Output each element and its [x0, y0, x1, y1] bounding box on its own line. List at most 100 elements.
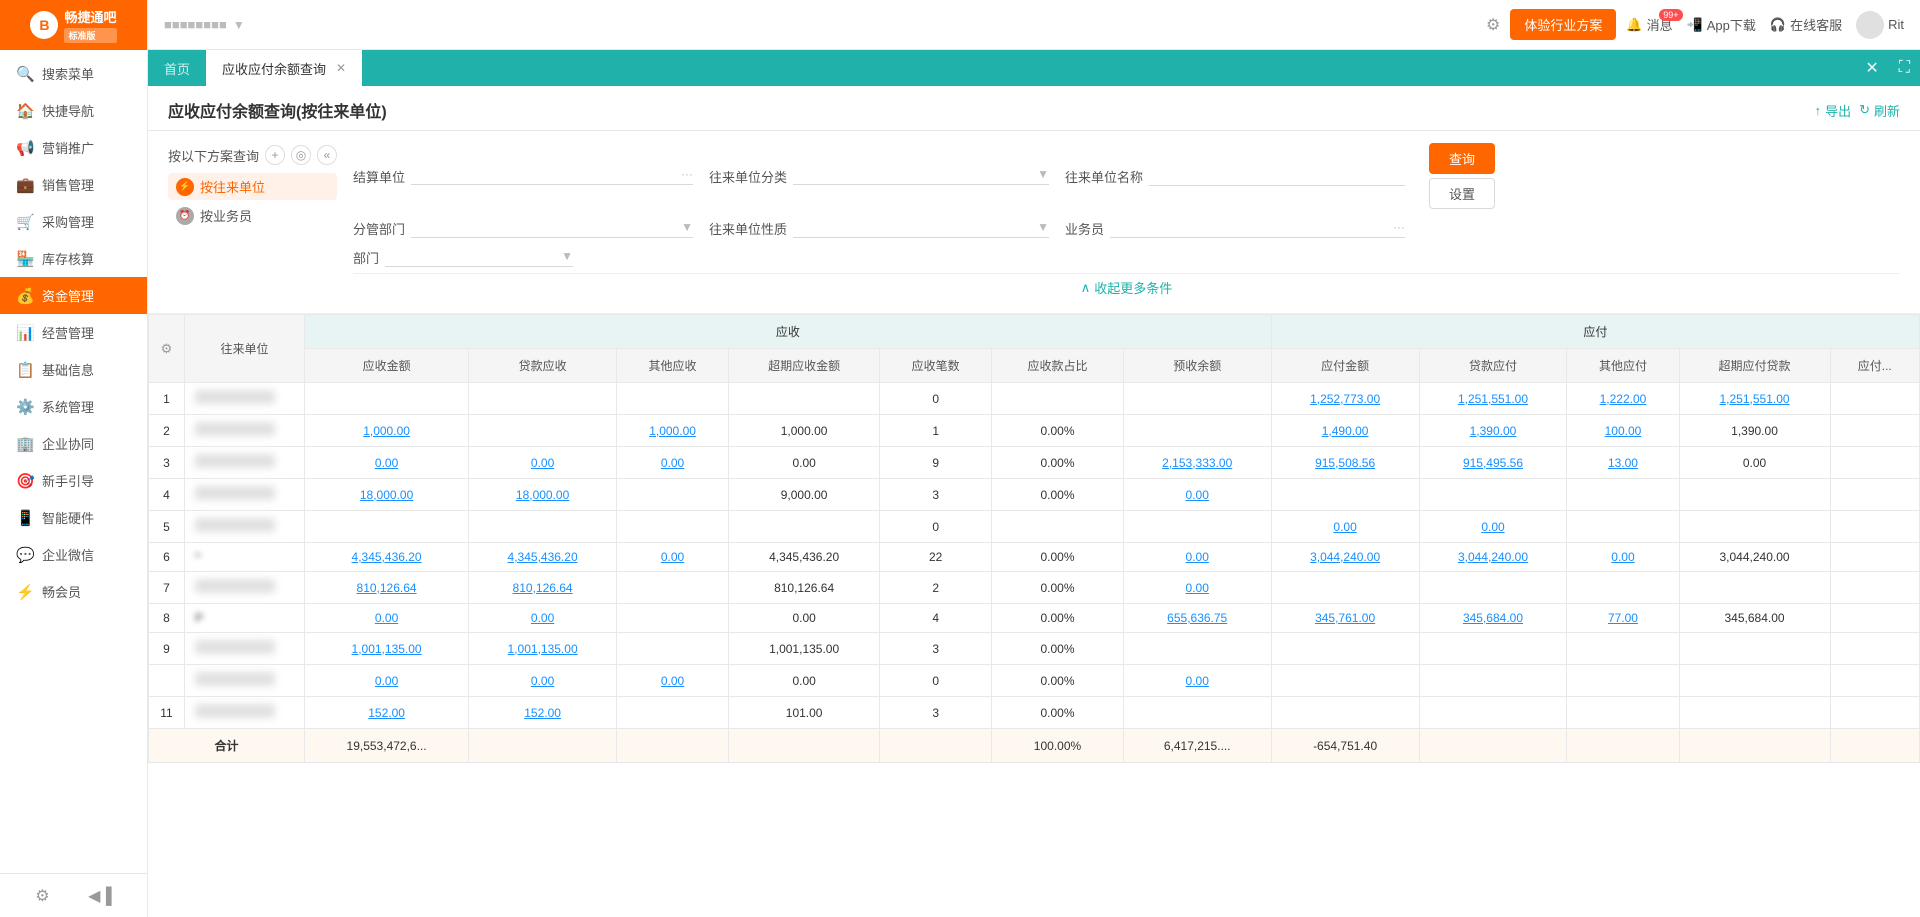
footer-collapse-icon[interactable]: ◀▐ [88, 886, 112, 906]
add-scheme-icon[interactable]: + [265, 145, 285, 165]
ar-loan[interactable]: 152.00 [469, 697, 617, 729]
ar-amount[interactable]: 0.00 [305, 447, 469, 479]
scheme-by-staff[interactable]: ⏰ 按业务员 [168, 202, 337, 229]
sidebar-item-system[interactable]: ⚙️ 系统管理 [0, 388, 147, 425]
ar-loan[interactable]: 0.00 [469, 665, 617, 697]
sidebar-item-operation[interactable]: 📊 经营管理 [0, 314, 147, 351]
prepaid[interactable]: 0.00 [1123, 479, 1271, 511]
promo-button[interactable]: 体验行业方案 [1510, 9, 1616, 40]
ar-other[interactable]: 0.00 [617, 665, 729, 697]
ar-loan [469, 383, 617, 415]
ap-amount[interactable]: 345,761.00 [1271, 604, 1419, 633]
notifications-btn[interactable]: 🔔 消息 99+ [1626, 15, 1672, 34]
sidebar-item-quick[interactable]: 🏠 快捷导航 [0, 92, 147, 129]
sidebar-item-fund[interactable]: 💰 资金管理 [0, 277, 147, 314]
ap-amount[interactable]: 0.00 [1271, 511, 1419, 543]
ar-amount[interactable]: 0.00 [305, 604, 469, 633]
ap-amount[interactable]: 3,044,240.00 [1271, 543, 1419, 572]
export-button[interactable]: ↑ 导出 [1815, 101, 1852, 120]
sidebar-item-guide[interactable]: 🎯 新手引导 [0, 462, 147, 499]
dept-head-chevron[interactable]: ▼ [681, 220, 693, 234]
ar-amount[interactable]: 0.00 [305, 665, 469, 697]
table-settings-icon[interactable]: ⚙ [161, 341, 173, 356]
settings-icon[interactable]: ⚙ [1486, 15, 1500, 35]
ar-loan[interactable]: 0.00 [469, 447, 617, 479]
ap-amount[interactable]: 915,508.56 [1271, 447, 1419, 479]
ap-overdue[interactable]: 1,251,551.00 [1679, 383, 1830, 415]
sidebar-item-purchase[interactable]: 🛒 采购管理 [0, 203, 147, 240]
ap-other[interactable]: 77.00 [1567, 604, 1679, 633]
footer-settings-icon[interactable]: ⚙ [35, 886, 49, 906]
ar-loan[interactable]: 1,001,135.00 [469, 633, 617, 665]
dept-chevron[interactable]: ▼ [561, 249, 573, 263]
settlement-dots[interactable]: ··· [681, 167, 693, 181]
ap-loan[interactable]: 915,495.56 [1419, 447, 1567, 479]
ar-loan[interactable]: 0.00 [469, 604, 617, 633]
sidebar-item-hardware[interactable]: 📱 智能硬件 [0, 499, 147, 536]
partner-nature-chevron[interactable]: ▼ [1037, 220, 1049, 234]
salesperson-dots[interactable]: ··· [1393, 220, 1405, 234]
ar-loan[interactable]: 4,345,436.20 [469, 543, 617, 572]
tab-expand-icon[interactable]: ⛶ [1889, 59, 1920, 77]
ar-amount[interactable]: 810,126.64 [305, 572, 469, 604]
ap-other[interactable]: 13.00 [1567, 447, 1679, 479]
search-icon: 🔍 [16, 65, 34, 83]
prepaid[interactable]: 0.00 [1123, 572, 1271, 604]
scheme-by-partner[interactable]: ⚡ 按往来单位 [168, 173, 337, 200]
partner-name-input[interactable] [1149, 167, 1405, 182]
ap-amount[interactable]: 1,490.00 [1271, 415, 1419, 447]
ar-amount[interactable]: 18,000.00 [305, 479, 469, 511]
ar-loan[interactable]: 18,000.00 [469, 479, 617, 511]
ap-more [1830, 511, 1919, 543]
ap-loan[interactable]: 1,251,551.00 [1419, 383, 1567, 415]
prepaid[interactable]: 655,636.75 [1123, 604, 1271, 633]
ap-loan[interactable]: 1,390.00 [1419, 415, 1567, 447]
sidebar-item-inventory[interactable]: 🏪 库存核算 [0, 240, 147, 277]
ap-other[interactable]: 0.00 [1567, 543, 1679, 572]
tab-home-label: 首页 [164, 59, 190, 78]
set-button[interactable]: 设置 [1429, 178, 1495, 209]
tab-close-icon[interactable]: ✕ [336, 61, 346, 75]
online-service-btn[interactable]: 🎧 在线客服 [1770, 15, 1842, 34]
ar-other[interactable]: 0.00 [617, 543, 729, 572]
sidebar-item-wechat[interactable]: 💬 企业微信 [0, 536, 147, 573]
query-button[interactable]: 查询 [1429, 143, 1495, 174]
sidebar-item-search[interactable]: 🔍 搜索菜单 [0, 55, 147, 92]
ar-loan[interactable]: 810,126.64 [469, 572, 617, 604]
prepaid[interactable]: 2,153,333.00 [1123, 447, 1271, 479]
prepaid[interactable]: 0.00 [1123, 665, 1271, 697]
ap-other[interactable]: 1,222.00 [1567, 383, 1679, 415]
more-conditions-btn[interactable]: ∧ 收起更多条件 [353, 273, 1900, 301]
sidebar-item-marketing[interactable]: 📢 营销推广 [0, 129, 147, 166]
ar-amount-header: 应收金额 [305, 349, 469, 383]
ar-amount[interactable]: 1,001,135.00 [305, 633, 469, 665]
ar-other[interactable]: 0.00 [617, 447, 729, 479]
ap-loan[interactable]: 0.00 [1419, 511, 1567, 543]
refresh-button[interactable]: ↻ 刷新 [1859, 101, 1900, 120]
ap-amount[interactable]: 1,252,773.00 [1271, 383, 1419, 415]
filter-panel: 按以下方案查询 + ◎ « ⚡ 按往来单位 ⏰ 按业务员 [148, 131, 1920, 314]
tab-close-all-icon[interactable]: ✕ [1855, 58, 1888, 78]
sidebar-footer: ⚙ ◀▐ [0, 873, 147, 917]
partner-category-chevron[interactable]: ▼ [1037, 167, 1049, 181]
user-avatar-btn[interactable]: Rit [1856, 11, 1904, 39]
collapse-scheme-icon[interactable]: « [317, 145, 337, 165]
ar-amount[interactable]: 1,000.00 [305, 415, 469, 447]
sidebar-item-sales[interactable]: 💼 销售管理 [0, 166, 147, 203]
ar-other[interactable]: 1,000.00 [617, 415, 729, 447]
prepaid[interactable]: 0.00 [1123, 543, 1271, 572]
sidebar-item-basic[interactable]: 📋 基础信息 [0, 351, 147, 388]
data-table: ⚙ 往来单位 应收 应付 应收金额 贷款应收 其他应收 超期应收金额 应收笔数 … [148, 314, 1920, 763]
ap-loan[interactable]: 345,684.00 [1419, 604, 1567, 633]
sidebar-item-member[interactable]: ⚡ 畅会员 [0, 573, 147, 610]
ap-other[interactable]: 100.00 [1567, 415, 1679, 447]
tab-home[interactable]: 首页 [148, 50, 206, 86]
sidebar-item-enterprise[interactable]: 🏢 企业协同 [0, 425, 147, 462]
ar-amount[interactable]: 4,345,436.20 [305, 543, 469, 572]
tab-ar-balance[interactable]: 应收应付余额查询 ✕ [206, 50, 362, 86]
ap-loan[interactable]: 3,044,240.00 [1419, 543, 1567, 572]
ar-amount[interactable]: 152.00 [305, 697, 469, 729]
app-download-btn[interactable]: 📲 App下载 [1687, 15, 1756, 34]
settings-scheme-icon[interactable]: ◎ [291, 145, 311, 165]
table-wrapper: ⚙ 往来单位 应收 应付 应收金额 贷款应收 其他应收 超期应收金额 应收笔数 … [148, 314, 1920, 803]
